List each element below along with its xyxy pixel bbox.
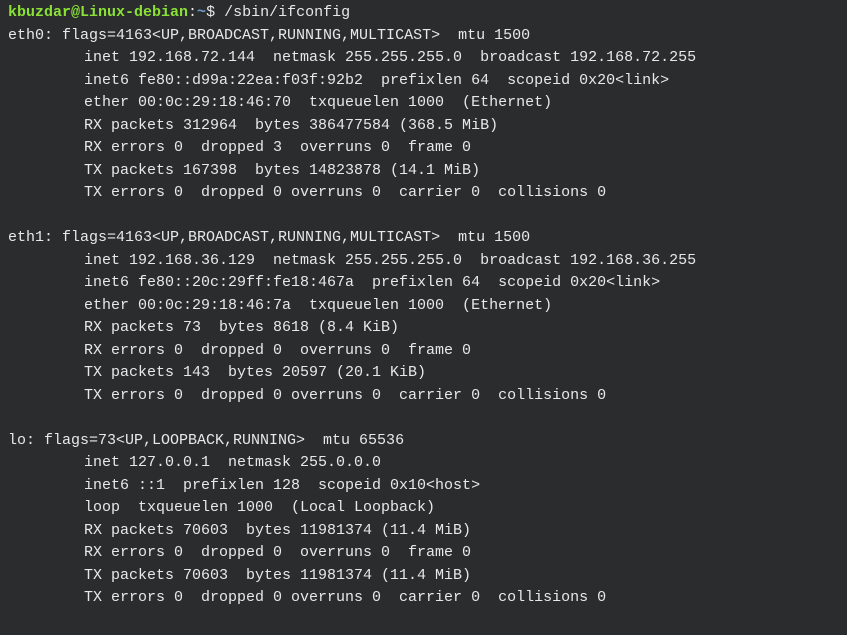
eth0-header: eth0: flags=4163<UP,BROADCAST,RUNNING,MU… bbox=[8, 25, 839, 48]
eth1-inet6: inet6 fe80::20c:29ff:fe18:467a prefixlen… bbox=[8, 272, 839, 295]
prompt-colon: : bbox=[188, 4, 197, 21]
eth1-header: eth1: flags=4163<UP,BROADCAST,RUNNING,MU… bbox=[8, 227, 839, 250]
blank-2 bbox=[8, 407, 839, 430]
lo-inet6: inet6 ::1 prefixlen 128 scopeid 0x10<hos… bbox=[8, 475, 839, 498]
eth0-txp: TX packets 167398 bytes 14823878 (14.1 M… bbox=[8, 160, 839, 183]
eth1-ether: ether 00:0c:29:18:46:7a txqueuelen 1000 … bbox=[8, 295, 839, 318]
eth1-txe: TX errors 0 dropped 0 overruns 0 carrier… bbox=[8, 385, 839, 408]
lo-rxe: RX errors 0 dropped 0 overruns 0 frame 0 bbox=[8, 542, 839, 565]
lo-txe: TX errors 0 dropped 0 overruns 0 carrier… bbox=[8, 587, 839, 610]
lo-loop: loop txqueuelen 1000 (Local Loopback) bbox=[8, 497, 839, 520]
prompt-line: kbuzdar@Linux-debian:~$ /sbin/ifconfig bbox=[8, 2, 839, 25]
lo-header: lo: flags=73<UP,LOOPBACK,RUNNING> mtu 65… bbox=[8, 430, 839, 453]
eth0-inet: inet 192.168.72.144 netmask 255.255.255.… bbox=[8, 47, 839, 70]
lo-txp: TX packets 70603 bytes 11981374 (11.4 Mi… bbox=[8, 565, 839, 588]
terminal[interactable]: kbuzdar@Linux-debian:~$ /sbin/ifconfig e… bbox=[8, 2, 839, 610]
command-text: /sbin/ifconfig bbox=[224, 4, 350, 21]
lo-rxp: RX packets 70603 bytes 11981374 (11.4 Mi… bbox=[8, 520, 839, 543]
eth1-rxe: RX errors 0 dropped 0 overruns 0 frame 0 bbox=[8, 340, 839, 363]
eth1-rxp: RX packets 73 bytes 8618 (8.4 KiB) bbox=[8, 317, 839, 340]
lo-inet: inet 127.0.0.1 netmask 255.0.0.0 bbox=[8, 452, 839, 475]
eth0-inet6: inet6 fe80::d99a:22ea:f03f:92b2 prefixle… bbox=[8, 70, 839, 93]
eth1-txp: TX packets 143 bytes 20597 (20.1 KiB) bbox=[8, 362, 839, 385]
eth0-rxe: RX errors 0 dropped 3 overruns 0 frame 0 bbox=[8, 137, 839, 160]
eth0-ether: ether 00:0c:29:18:46:70 txqueuelen 1000 … bbox=[8, 92, 839, 115]
eth1-inet: inet 192.168.36.129 netmask 255.255.255.… bbox=[8, 250, 839, 273]
blank-1 bbox=[8, 205, 839, 228]
eth0-rxp: RX packets 312964 bytes 386477584 (368.5… bbox=[8, 115, 839, 138]
prompt-path: ~ bbox=[197, 4, 206, 21]
prompt-symbol: $ bbox=[206, 4, 215, 21]
eth0-txe: TX errors 0 dropped 0 overruns 0 carrier… bbox=[8, 182, 839, 205]
prompt-user: kbuzdar@Linux-debian bbox=[8, 4, 188, 21]
